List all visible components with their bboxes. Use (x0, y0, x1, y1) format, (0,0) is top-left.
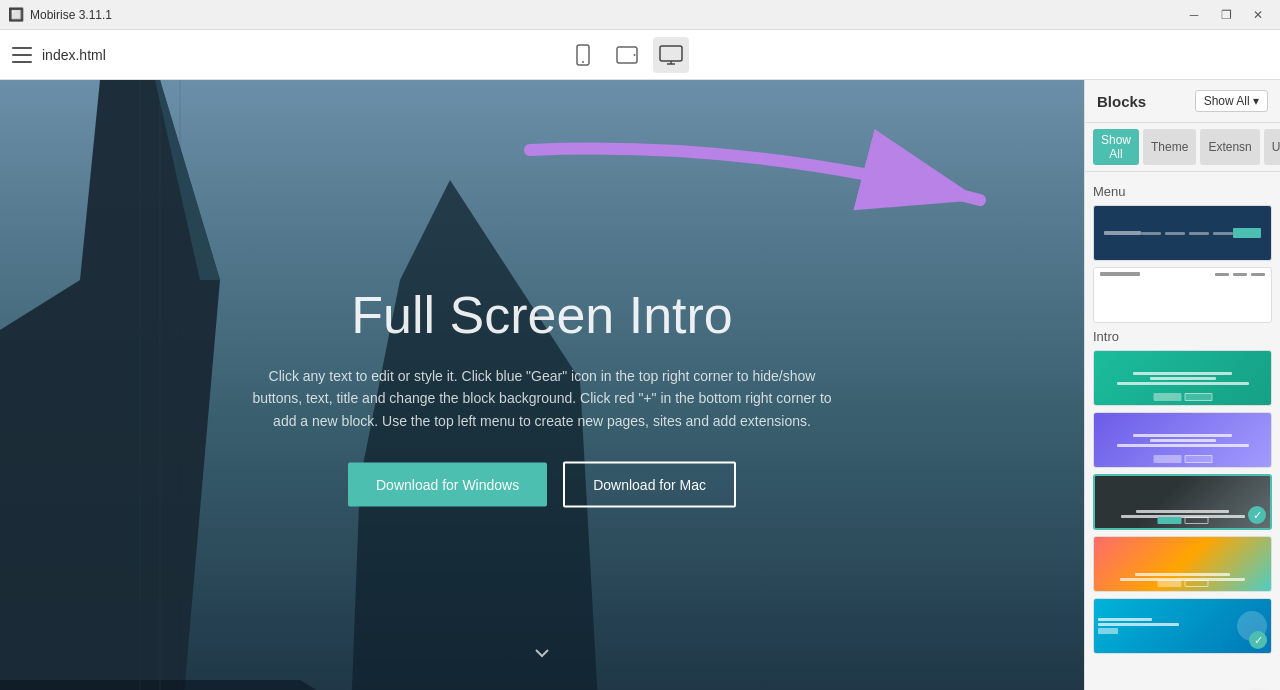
tab-extension[interactable]: Extensn (1200, 129, 1259, 165)
maximize-button[interactable]: ❐ (1212, 5, 1240, 25)
minimize-button[interactable]: ─ (1180, 5, 1208, 25)
title-bar: 🔲 Mobirise 3.11.1 ─ ❐ ✕ (0, 0, 1280, 30)
sidebar: Blocks Show All ▾ Show All Theme Extensn… (1084, 80, 1280, 690)
tablet-icon (616, 45, 638, 65)
close-button[interactable]: ✕ (1244, 5, 1272, 25)
menu-block-2[interactable] (1093, 267, 1272, 323)
toolbar-left: index.html (12, 47, 106, 63)
app-icon: 🔲 (8, 7, 24, 22)
canvas-area: Full Screen Intro Click any text to edit… (0, 80, 1084, 690)
menu-icon[interactable] (12, 47, 32, 63)
svg-point-1 (582, 61, 584, 63)
scroll-down-arrow (530, 641, 554, 670)
intro-block-fullscreen-sunset[interactable] (1093, 536, 1272, 592)
title-bar-controls: ─ ❐ ✕ (1180, 5, 1272, 25)
chevron-down-icon (530, 641, 554, 665)
hero-buttons: Download for Windows Download for Mac (242, 462, 842, 508)
svg-point-3 (633, 54, 635, 56)
device-switcher (565, 37, 689, 73)
tab-user[interactable]: User (1264, 129, 1280, 165)
app-container: index.html (0, 30, 1280, 690)
main-area: Full Screen Intro Click any text to edit… (0, 80, 1280, 690)
hero-content: Full Screen Intro Click any text to edit… (242, 285, 842, 508)
sidebar-header: Blocks Show All ▾ (1085, 80, 1280, 123)
menu-block-1[interactable] (1093, 205, 1272, 261)
intro-section-label: Intro (1093, 329, 1272, 344)
intro-media-text-col (1098, 618, 1233, 634)
hero-description: Click any text to edit or style it. Clic… (242, 365, 842, 432)
mobile-icon (574, 44, 592, 66)
desktop-icon (659, 45, 683, 65)
show-all-dropdown-button[interactable]: Show All ▾ (1195, 90, 1268, 112)
download-windows-button[interactable]: Download for Windows (348, 463, 547, 507)
menu-section-label: Menu (1093, 184, 1272, 199)
intro-block-gradient-teal[interactable] (1093, 350, 1272, 406)
file-title: index.html (42, 47, 106, 63)
intro-block-with-media[interactable]: ✓ (1093, 598, 1272, 654)
sidebar-tabs: Show All Theme Extensn User (1085, 123, 1280, 172)
mobile-view-button[interactable] (565, 37, 601, 73)
add-block-teal-icon[interactable]: ✓ (1249, 631, 1267, 649)
intro-block-gradient-purple[interactable] (1093, 412, 1272, 468)
sidebar-title: Blocks (1097, 93, 1146, 110)
download-mac-button[interactable]: Download for Mac (563, 462, 736, 508)
tab-theme[interactable]: Theme (1143, 129, 1196, 165)
hero-title: Full Screen Intro (242, 285, 842, 345)
tab-show-all[interactable]: Show All (1093, 129, 1139, 165)
app-title: Mobirise 3.11.1 (30, 8, 112, 22)
desktop-view-button[interactable] (653, 37, 689, 73)
title-bar-left: 🔲 Mobirise 3.11.1 (8, 7, 112, 22)
intro-block-fullscreen-dark[interactable]: ✓ (1093, 474, 1272, 530)
tablet-view-button[interactable] (609, 37, 645, 73)
svg-rect-4 (660, 46, 682, 61)
selected-check-icon: ✓ (1248, 506, 1266, 524)
sidebar-content[interactable]: Menu (1085, 172, 1280, 690)
toolbar: index.html (0, 30, 1280, 80)
